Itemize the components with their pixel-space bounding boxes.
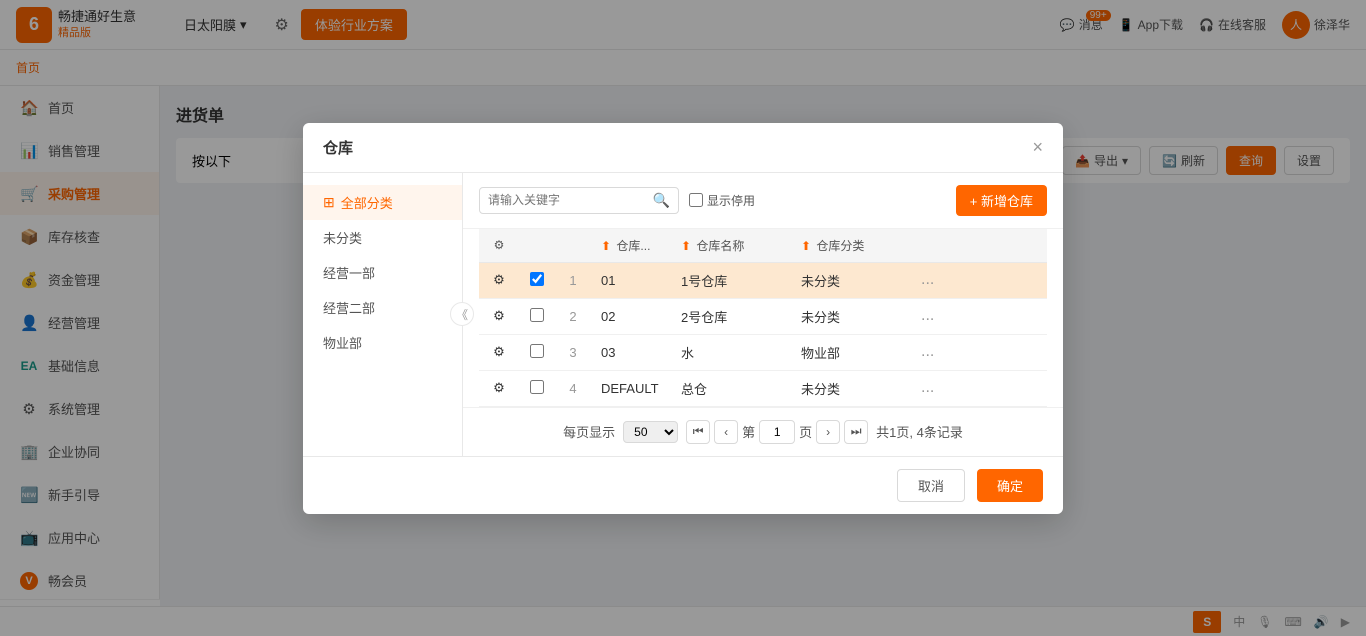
row-cat: 未分类 (791, 298, 911, 334)
col-header-extra (911, 229, 1047, 263)
row-number: 3 (555, 334, 591, 370)
modal-pagination: 每页显示 50 10 20 100 ⏮ ‹ 第 (463, 407, 1063, 456)
row-cat: 未分类 (791, 370, 911, 406)
row-checkbox-cell (519, 262, 555, 298)
page-number-input[interactable] (759, 420, 795, 444)
per-page-select-area: 50 10 20 100 (623, 421, 678, 443)
row-checkbox[interactable] (530, 272, 544, 286)
modal-close-button[interactable]: × (1032, 137, 1043, 158)
row-cat: 未分类 (791, 262, 911, 298)
per-page-label: 每页显示 (563, 422, 615, 441)
row-checkbox-cell (519, 298, 555, 334)
row-id: 02 (591, 298, 671, 334)
col-header-id[interactable]: ⬆ 仓库... (591, 229, 671, 263)
modal-body: ⊞ 全部分类 未分类 经营一部 经营二部 物业部 《 (303, 173, 1063, 456)
row-number: 1 (555, 262, 591, 298)
modal-overlay: 仓库 × ⊞ 全部分类 未分类 经营一部 经营二部 (0, 0, 1366, 636)
row-id: DEFAULT (591, 370, 671, 406)
col-header-settings: ⚙ (479, 229, 519, 263)
row-checkbox[interactable] (530, 344, 544, 358)
sort-icon-name: ⬆ (681, 239, 691, 253)
row-checkbox-cell (519, 334, 555, 370)
show-disabled-checkbox[interactable] (689, 193, 703, 207)
row-checkbox[interactable] (530, 380, 544, 394)
row-id: 01 (591, 262, 671, 298)
cat-uncategorized-label: 未分类 (323, 228, 362, 247)
row-settings-icon[interactable]: ⚙ (479, 262, 519, 298)
modal-title: 仓库 (323, 137, 353, 158)
col-header-name[interactable]: ⬆ 仓库名称 (671, 229, 791, 263)
cat-all[interactable]: ⊞ 全部分类 (303, 185, 462, 220)
col-header-check (519, 229, 555, 263)
per-page-select[interactable]: 50 10 20 100 (623, 421, 678, 443)
row-name: 水 (671, 334, 791, 370)
cat-dept1[interactable]: 经营一部 (303, 255, 462, 290)
page-label-pre: 第 (742, 422, 755, 441)
row-checkbox[interactable] (530, 308, 544, 322)
search-icon[interactable]: 🔍 (653, 192, 670, 209)
add-warehouse-button[interactable]: + 新增仓库 (956, 185, 1047, 216)
page-last-button[interactable]: ⏭ (844, 420, 868, 444)
row-actions: ... (911, 370, 1047, 406)
row-cat: 物业部 (791, 334, 911, 370)
page-next-button[interactable]: › (816, 420, 840, 444)
row-name: 1号仓库 (671, 262, 791, 298)
cat-dept1-label: 经营一部 (323, 263, 375, 282)
row-name: 总仓 (671, 370, 791, 406)
cat-dept2[interactable]: 经营二部 (303, 290, 462, 325)
warehouse-modal: 仓库 × ⊞ 全部分类 未分类 经营一部 经营二部 (303, 123, 1063, 514)
show-disabled-area: 显示停用 (689, 192, 755, 209)
modal-main-area: 🔍 显示停用 + 新增仓库 ⚙ (463, 173, 1063, 456)
row-checkbox-cell (519, 370, 555, 406)
search-box: 🔍 (479, 187, 679, 214)
modal-category-sidebar: ⊞ 全部分类 未分类 经营一部 经营二部 物业部 《 (303, 173, 463, 456)
page-label: 页 (799, 422, 812, 441)
cat-dept2-label: 经营二部 (323, 298, 375, 317)
table-row[interactable]: ⚙ 1 01 1号仓库 未分类 ... (479, 262, 1047, 298)
row-name: 2号仓库 (671, 298, 791, 334)
row-number: 2 (555, 298, 591, 334)
page-prev-button[interactable]: ‹ (714, 420, 738, 444)
modal-search-toolbar: 🔍 显示停用 + 新增仓库 (463, 173, 1063, 229)
table-row[interactable]: ⚙ 2 02 2号仓库 未分类 ... (479, 298, 1047, 334)
sort-icon-cat: ⬆ (801, 239, 811, 253)
row-id: 03 (591, 334, 671, 370)
row-number: 4 (555, 370, 591, 406)
row-settings-icon[interactable]: ⚙ (479, 370, 519, 406)
row-actions: ... (911, 334, 1047, 370)
cat-uncategorized[interactable]: 未分类 (303, 220, 462, 255)
col-header-num (555, 229, 591, 263)
page-navigation: ⏮ ‹ 第 页 › ⏭ (686, 420, 868, 444)
sort-icon-id: ⬆ (601, 239, 611, 253)
total-info: 共1页, 4条记录 (876, 422, 963, 441)
cancel-button[interactable]: 取消 (897, 469, 965, 502)
cat-property-label: 物业部 (323, 333, 362, 352)
warehouse-table: ⚙ ⬆ 仓库... ⬆ 仓库名称 (463, 229, 1063, 407)
confirm-button[interactable]: 确定 (977, 469, 1043, 502)
search-input[interactable] (488, 193, 647, 207)
row-settings-icon[interactable]: ⚙ (479, 334, 519, 370)
table-row[interactable]: ⚙ 4 DEFAULT 总仓 未分类 ... (479, 370, 1047, 406)
grid-icon: ⊞ (323, 194, 335, 211)
row-settings-icon[interactable]: ⚙ (479, 298, 519, 334)
row-actions: ... (911, 262, 1047, 298)
cat-property[interactable]: 物业部 (303, 325, 462, 360)
modal-header: 仓库 × (303, 123, 1063, 173)
table-row[interactable]: ⚙ 3 03 水 物业部 ... (479, 334, 1047, 370)
show-disabled-label: 显示停用 (707, 192, 755, 209)
modal-footer: 取消 确定 (303, 456, 1063, 514)
cat-all-label: 全部分类 (341, 193, 393, 212)
page-first-button[interactable]: ⏮ (686, 420, 710, 444)
sidebar-collapse-button[interactable]: 《 (450, 302, 474, 326)
col-header-cat[interactable]: ⬆ 仓库分类 (791, 229, 911, 263)
row-actions: ... (911, 298, 1047, 334)
